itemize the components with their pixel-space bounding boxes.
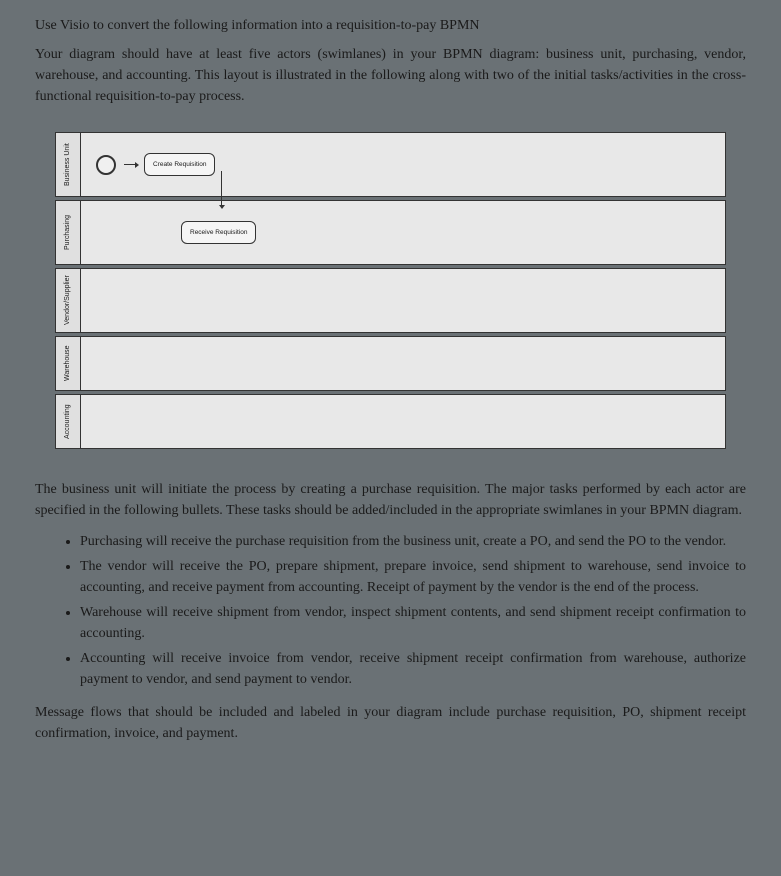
task-receive-requisition: Receive Requisition: [181, 221, 256, 245]
bullet-list: Purchasing will receive the purchase req…: [35, 531, 746, 690]
arrow-icon: [124, 164, 136, 165]
list-item: The vendor will receive the PO, prepare …: [80, 556, 746, 598]
arrow-down-icon: [221, 171, 222, 206]
lane-label: Vendor/Supplier: [55, 268, 81, 333]
description-text: Your diagram should have at least five a…: [35, 44, 746, 107]
start-event-icon: [96, 155, 116, 175]
lane-label: Warehouse: [55, 336, 81, 391]
closing-paragraph: Message flows that should be included an…: [35, 702, 746, 744]
swimlane-accounting: Accounting: [55, 394, 726, 449]
swimlane-purchasing: Purchasing Receive Requisition: [55, 200, 726, 265]
list-item: Purchasing will receive the purchase req…: [80, 531, 746, 552]
swimlane-business-unit: Business Unit Create Requisition: [55, 132, 726, 197]
lane-label: Business Unit: [55, 132, 81, 197]
lane-body: [80, 336, 726, 391]
lane-body: Create Requisition: [80, 132, 726, 197]
lane-label: Accounting: [55, 394, 81, 449]
lane-label: Purchasing: [55, 200, 81, 265]
task-create-requisition: Create Requisition: [144, 153, 215, 177]
intro-text: Use Visio to convert the following infor…: [35, 15, 746, 36]
lane-body: Receive Requisition: [80, 200, 726, 265]
lane-body: [80, 268, 726, 333]
middle-paragraph: The business unit will initiate the proc…: [35, 479, 746, 521]
swimlane-vendor: Vendor/Supplier: [55, 268, 726, 333]
list-item: Accounting will receive invoice from ven…: [80, 648, 746, 690]
list-item: Warehouse will receive shipment from ven…: [80, 602, 746, 644]
lane-body: [80, 394, 726, 449]
swimlane-diagram: Business Unit Create Requisition Purchas…: [55, 132, 726, 449]
swimlane-warehouse: Warehouse: [55, 336, 726, 391]
